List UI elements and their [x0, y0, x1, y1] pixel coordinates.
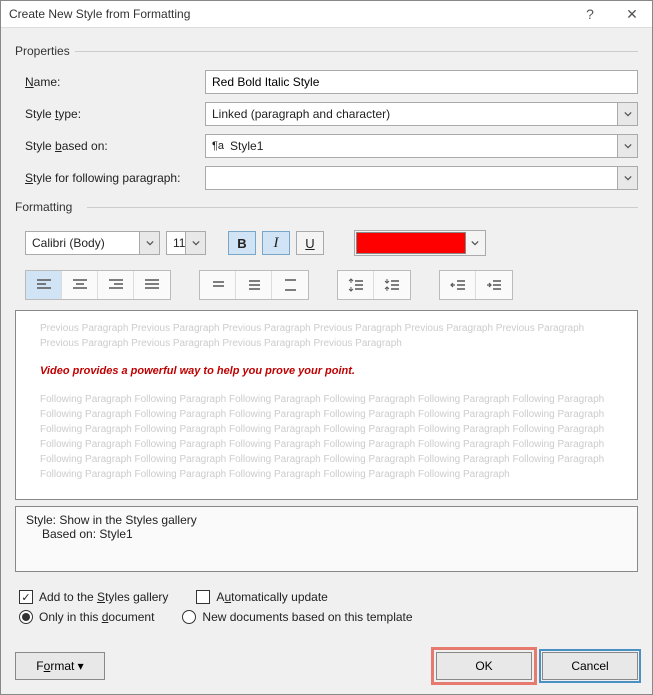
dialog-title: Create New Style from Formatting [9, 7, 578, 21]
spacing-double-button[interactable] [272, 271, 308, 299]
font-size-combo[interactable]: 11 [166, 231, 206, 255]
preview-next-text: Following Paragraph Following Paragraph … [40, 392, 613, 482]
ok-button[interactable]: OK [436, 652, 532, 680]
chevron-down-icon [139, 232, 159, 254]
preview-sample-text: Video provides a powerful way to help yo… [40, 363, 613, 380]
paragraph-icon: ¶a [212, 140, 224, 152]
new-documents-radio[interactable]: New documents based on this template [182, 610, 412, 624]
format-button[interactable]: Format ▾ [15, 652, 105, 680]
align-center-button[interactable] [62, 271, 98, 299]
align-right-button[interactable] [98, 271, 134, 299]
desc-line1: Style: Show in the Styles gallery [26, 513, 627, 527]
chevron-down-icon [185, 232, 205, 254]
spacing-15-button[interactable] [236, 271, 272, 299]
style-description: Style: Show in the Styles gallery Based … [15, 506, 638, 572]
style-type-combo[interactable]: Linked (paragraph and character) [205, 102, 638, 126]
based-on-label: Style based on: [15, 139, 205, 153]
align-left-button[interactable] [26, 271, 62, 299]
bold-button[interactable]: B [228, 231, 256, 255]
name-label: Name: [15, 75, 205, 89]
para-spacing-group [337, 270, 411, 300]
only-this-document-radio[interactable]: Only in this document [19, 610, 154, 624]
titlebar: Create New Style from Formatting ? ✕ [1, 1, 652, 28]
auto-update-checkbox[interactable]: Automatically update [196, 590, 327, 604]
preview-prev-text: Previous Paragraph Previous Paragraph Pr… [40, 321, 613, 351]
chevron-down-icon [617, 135, 637, 157]
based-on-value: Style1 [230, 139, 263, 153]
font-color-combo[interactable] [354, 230, 486, 256]
radio-unselected-icon [182, 610, 196, 624]
checkbox-checked-icon: ✓ [19, 590, 33, 604]
decrease-indent-button[interactable] [440, 271, 476, 299]
radio-selected-icon [19, 610, 33, 624]
help-button[interactable]: ? [578, 2, 602, 26]
color-swatch [356, 232, 466, 254]
properties-section-label: Properties [15, 44, 638, 58]
style-type-label: Style type: [15, 107, 205, 121]
desc-line2: Based on: Style1 [26, 527, 627, 541]
font-name-combo[interactable]: Calibri (Body) [25, 231, 160, 255]
align-justify-button[interactable] [134, 271, 170, 299]
chevron-down-icon [617, 167, 637, 189]
chevron-down-icon [617, 103, 637, 125]
following-label: Style for following paragraph: [15, 171, 205, 185]
checkbox-unchecked-icon [196, 590, 210, 604]
formatting-section-label: Formatting [15, 200, 638, 214]
underline-button[interactable]: U [296, 231, 324, 255]
name-input[interactable] [205, 70, 638, 94]
spacing-group [199, 270, 309, 300]
based-on-combo[interactable]: ¶a Style1 [205, 134, 638, 158]
create-style-dialog: Create New Style from Formatting ? ✕ Pro… [0, 0, 653, 695]
add-to-gallery-checkbox[interactable]: ✓ Add to the Styles gallery [19, 590, 168, 604]
style-preview: Previous Paragraph Previous Paragraph Pr… [15, 310, 638, 500]
close-button[interactable]: ✕ [620, 2, 644, 26]
style-type-value: Linked (paragraph and character) [212, 107, 390, 121]
chevron-down-icon [466, 232, 484, 254]
increase-indent-button[interactable] [476, 271, 512, 299]
cancel-button[interactable]: Cancel [542, 652, 638, 680]
following-combo[interactable] [205, 166, 638, 190]
para-space-increase-button[interactable] [338, 271, 374, 299]
italic-button[interactable]: I [262, 231, 290, 255]
indent-group [439, 270, 513, 300]
alignment-group [25, 270, 171, 300]
para-space-decrease-button[interactable] [374, 271, 410, 299]
spacing-single-button[interactable] [200, 271, 236, 299]
